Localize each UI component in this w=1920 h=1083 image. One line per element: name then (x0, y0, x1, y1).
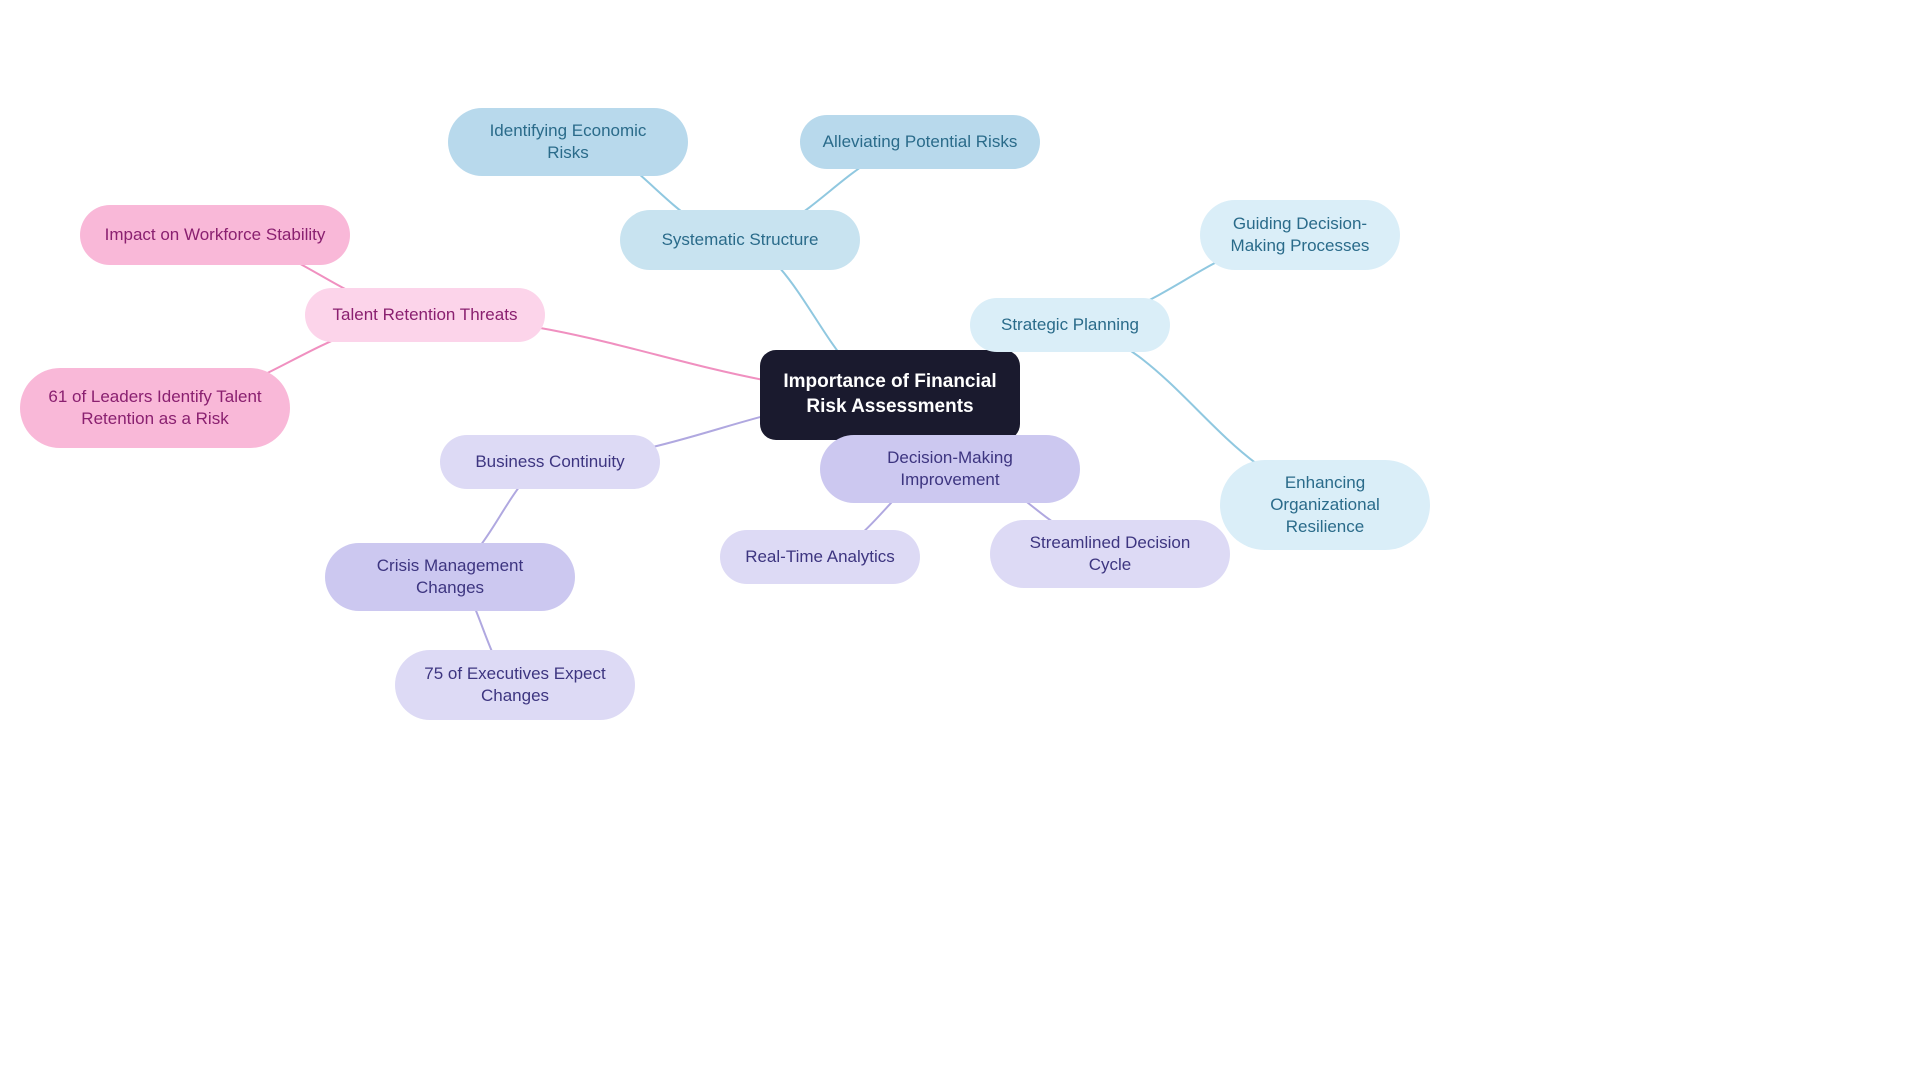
alleviating-potential-risks: Alleviating Potential Risks (800, 115, 1040, 169)
streamlined-decision-cycle: Streamlined Decision Cycle (990, 520, 1230, 588)
center-node: Importance of Financial Risk Assessments (760, 350, 1020, 440)
talent-retention-threats: Talent Retention Threats (305, 288, 545, 342)
enhancing-organizational-resilience: Enhancing Organizational Resilience (1220, 460, 1430, 550)
real-time-analytics: Real-Time Analytics (720, 530, 920, 584)
business-continuity: Business Continuity (440, 435, 660, 489)
strategic-planning: Strategic Planning (970, 298, 1170, 352)
crisis-management-changes: Crisis Management Changes (325, 543, 575, 611)
executives-expect-changes: 75 of Executives Expect Changes (395, 650, 635, 720)
guiding-decision-making: Guiding Decision-Making Processes (1200, 200, 1400, 270)
identifying-economic-risks: Identifying Economic Risks (448, 108, 688, 176)
systematic-structure: Systematic Structure (620, 210, 860, 270)
mind-map-container: Importance of Financial Risk Assessments… (0, 0, 1920, 1083)
decision-making-improvement: Decision-Making Improvement (820, 435, 1080, 503)
leaders-identify-talent: 61 of Leaders Identify Talent Retention … (20, 368, 290, 448)
impact-on-workforce-stability: Impact on Workforce Stability (80, 205, 350, 265)
